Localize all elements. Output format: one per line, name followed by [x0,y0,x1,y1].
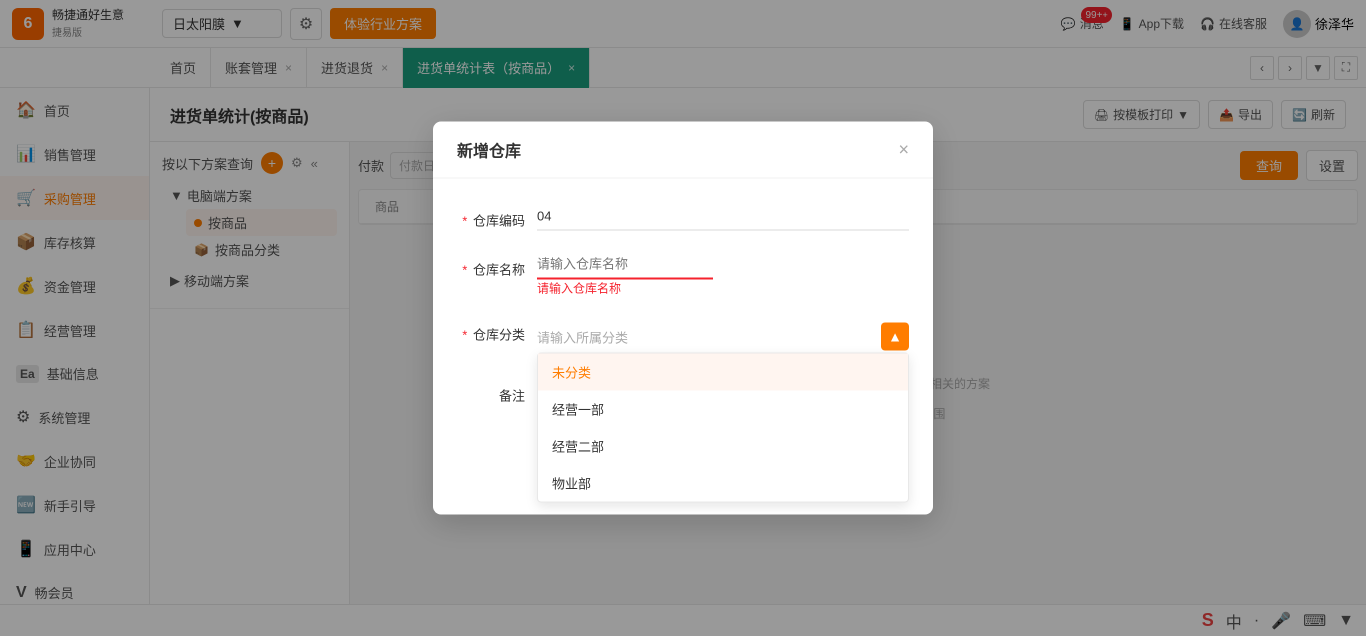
category-input-wrap: 请输入所属分类 ▲ 未分类 经营一部 经营二部 物业部 [537,317,909,358]
form-row-name: * 仓库名称 请输入仓库名称 [457,251,909,297]
new-warehouse-modal: 新增仓库 × * 仓库编码 * 仓库名称 请输入仓库名称 [433,122,933,515]
notes-label: 备注 [457,378,537,405]
dropdown-item-2[interactable]: 经营二部 [538,428,908,465]
form-row-category: * 仓库分类 请输入所属分类 ▲ 未分类 经营一部 经营二部 物业部 [457,317,909,358]
name-error-message: 请输入仓库名称 [537,282,621,296]
category-dropdown-list: 未分类 经营一部 经营二部 物业部 [537,353,909,503]
modal-header: 新增仓库 × [433,122,933,179]
dropdown-item-0[interactable]: 未分类 [538,354,908,391]
dropdown-item-3[interactable]: 物业部 [538,465,908,502]
code-input[interactable] [537,203,909,231]
form-row-code: * 仓库编码 [457,203,909,231]
dropdown-item-1[interactable]: 经营一部 [538,391,908,428]
modal-body: * 仓库编码 * 仓库名称 请输入仓库名称 * 仓库分类 [433,179,933,450]
name-input[interactable] [537,251,713,280]
name-label: * 仓库名称 [457,252,537,279]
category-label: * 仓库分类 [457,317,537,344]
dropdown-chevron-icon: ▲ [881,323,909,351]
modal-close-button[interactable]: × [898,139,909,160]
modal-title: 新增仓库 [457,138,521,162]
category-dropdown-trigger[interactable]: 请输入所属分类 ▲ [537,317,909,358]
code-label: * 仓库编码 [457,203,537,230]
